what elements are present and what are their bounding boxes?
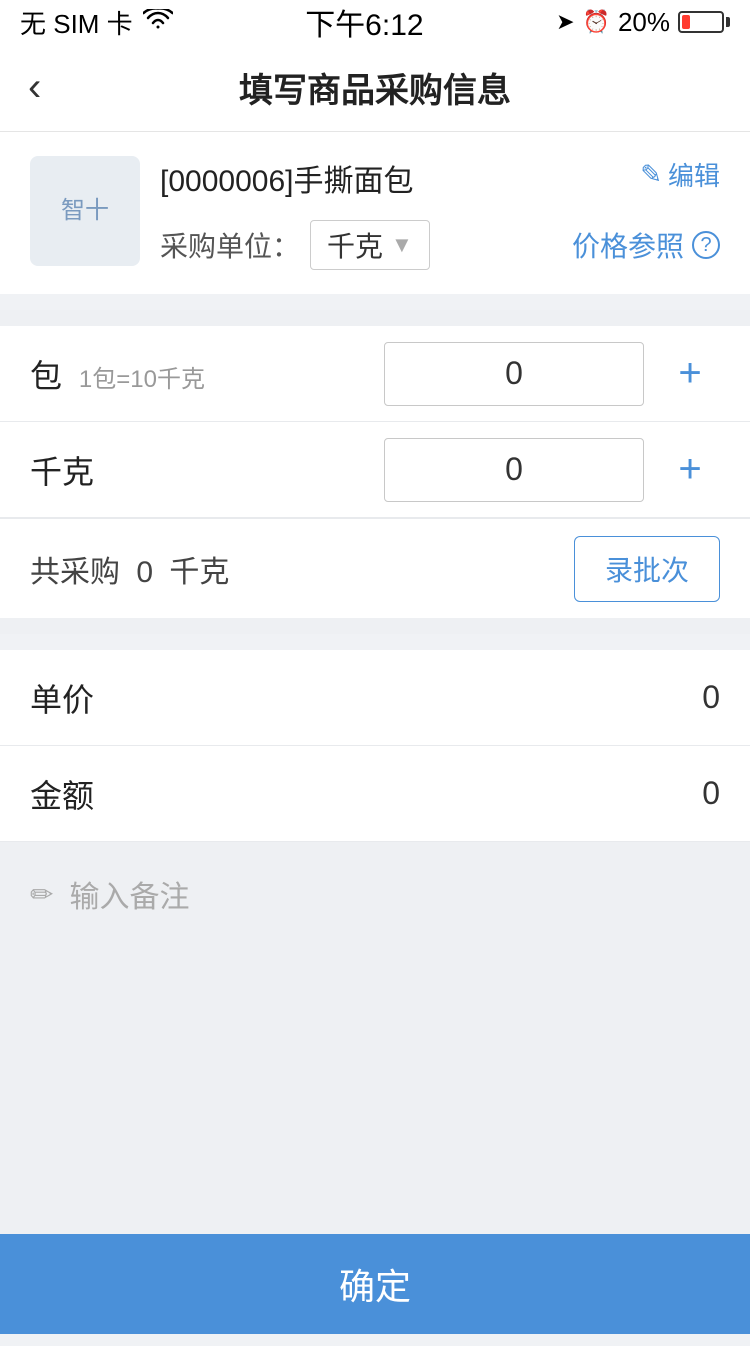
back-button[interactable]: ‹ [28, 65, 41, 110]
unit-select[interactable]: 千克 ▼ [310, 220, 430, 270]
help-icon: ? [692, 231, 720, 259]
note-section[interactable]: ✏ 输入备注 [0, 842, 750, 946]
summary-row: 共采购 0 千克 录批次 [0, 518, 750, 618]
product-info: [0000006]手撕面包 ✎ 编辑 采购单位： 千克 ▼ 价格参照 ? [160, 156, 720, 270]
purchase-unit-row: 采购单位： 千克 ▼ 价格参照 ? [160, 220, 720, 270]
edit-label: 编辑 [668, 156, 720, 193]
bag-input-right: 0 + [210, 342, 720, 406]
summary-unit: 千克 [169, 556, 229, 589]
wifi-icon [143, 7, 173, 38]
alarm-icon: ⏰ [583, 9, 610, 35]
status-bar-left: 无 SIM 卡 [20, 4, 173, 41]
product-image-placeholder: 智十 [61, 197, 109, 226]
kg-quantity-input[interactable]: 0 [384, 438, 644, 502]
batch-button[interactable]: 录批次 [574, 536, 720, 602]
input-section: 包 1包=10千克 0 + 千克 0 + 共采购 0 千克 录批次 [0, 326, 750, 618]
amount-label: 金额 [30, 771, 94, 817]
carrier-text: 无 SIM 卡 [20, 4, 133, 41]
bag-plus-button[interactable]: + [660, 342, 720, 406]
location-icon: ➤ [556, 9, 574, 35]
product-name: [0000006]手撕面包 [160, 156, 640, 200]
main-content: 智十 [0000006]手撕面包 ✎ 编辑 采购单位： 千克 ▼ [0, 132, 750, 1346]
product-name-row: [0000006]手撕面包 ✎ 编辑 [160, 156, 720, 200]
bag-sublabel: 1包=10千克 [79, 366, 205, 393]
status-bar-time: 下午6:12 [305, 0, 423, 44]
price-ref-label: 价格参照 [572, 225, 684, 265]
amount-value: 0 [702, 775, 720, 812]
confirm-button[interactable]: 确定 [0, 1234, 750, 1334]
bag-input-row: 包 1包=10千克 0 + [0, 326, 750, 422]
product-card: 智十 [0000006]手撕面包 ✎ 编辑 采购单位： 千克 ▼ [0, 132, 750, 294]
kg-plus-button[interactable]: + [660, 438, 720, 502]
status-bar: 无 SIM 卡 下午6:12 ➤ ⏰ 20% [0, 0, 750, 44]
status-bar-right: ➤ ⏰ 20% [556, 7, 730, 38]
price-ref-button[interactable]: 价格参照 ? [572, 225, 720, 265]
chevron-down-icon: ▼ [391, 232, 413, 258]
nav-title: 填写商品采购信息 [239, 63, 511, 112]
nav-bar: ‹ 填写商品采购信息 [0, 44, 750, 132]
summary-amount: 0 [136, 556, 153, 589]
bag-quantity-input[interactable]: 0 [384, 342, 644, 406]
product-image: 智十 [30, 156, 140, 266]
price-section: 单价 0 金额 0 [0, 650, 750, 842]
edit-button[interactable]: ✎ 编辑 [640, 156, 720, 193]
section-divider-2 [0, 618, 750, 634]
edit-icon: ✎ [640, 159, 662, 190]
amount-row: 金额 0 [0, 746, 750, 842]
kg-label: 千克 [30, 447, 210, 493]
unit-label: 采购单位： [160, 225, 300, 265]
bag-label: 包 1包=10千克 [30, 351, 210, 397]
unit-select-value: 千克 [327, 225, 383, 265]
unit-price-value: 0 [702, 679, 720, 716]
unit-price-row: 单价 0 [0, 650, 750, 746]
battery-percent: 20% [618, 7, 670, 38]
pencil-icon: ✏ [30, 878, 53, 911]
section-divider-1 [0, 310, 750, 326]
unit-price-label: 单价 [30, 675, 94, 721]
empty-space [0, 946, 750, 1246]
kg-input-right: 0 + [210, 438, 720, 502]
kg-input-row: 千克 0 + [0, 422, 750, 518]
battery-icon [678, 11, 730, 33]
summary-text: 共采购 0 千克 [30, 547, 229, 591]
summary-label: 共采购 [30, 556, 120, 589]
note-placeholder: 输入备注 [69, 872, 189, 916]
